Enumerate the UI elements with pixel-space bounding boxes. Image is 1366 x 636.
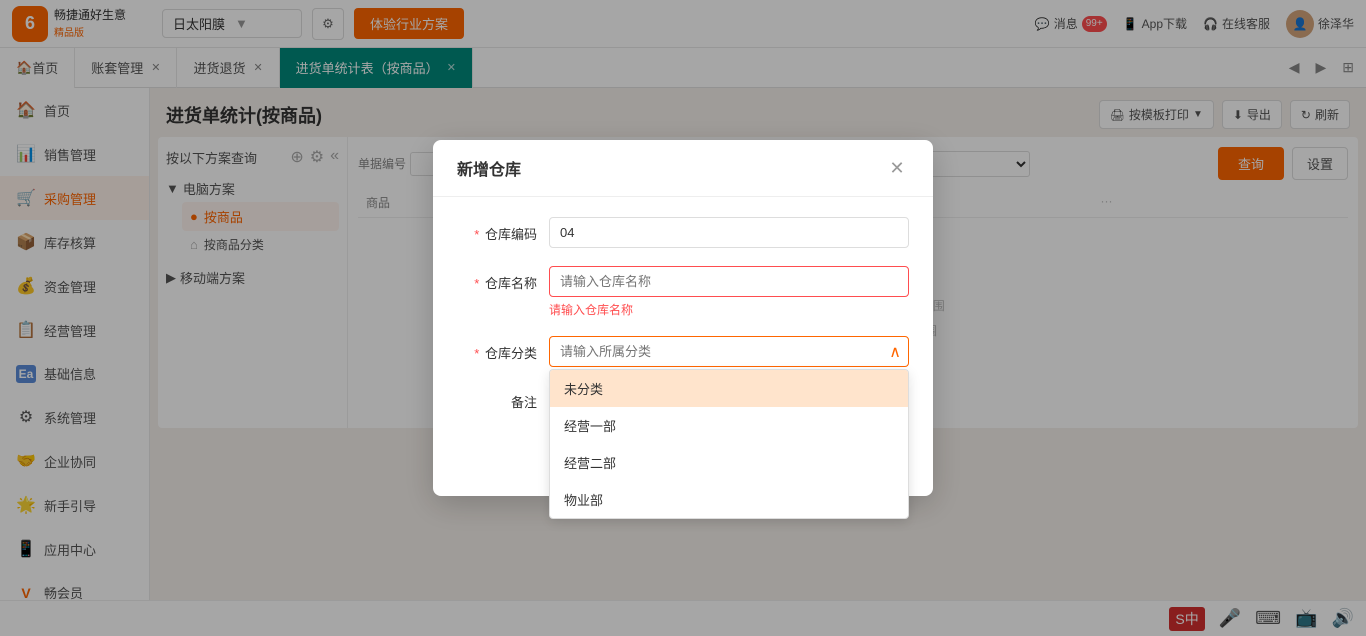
modal-overlay: 新增仓库 ✕ * 仓库编码 * 仓库名称 请输入仓库名称: [0, 0, 1366, 636]
modal-header: 新增仓库 ✕: [433, 140, 933, 197]
name-field-group: 请输入仓库名称: [549, 266, 909, 318]
remark-label: 备注: [457, 385, 537, 411]
dropdown-item-2[interactable]: 经营二部: [550, 444, 908, 481]
required-star-name: *: [474, 276, 479, 291]
category-input[interactable]: [549, 336, 909, 367]
form-row-code: * 仓库编码: [457, 217, 909, 248]
category-label: * 仓库分类: [457, 336, 537, 362]
name-error-msg: 请输入仓库名称: [549, 301, 909, 318]
dropdown-item-1[interactable]: 经营一部: [550, 407, 908, 444]
category-select-wrapper: ∧ 未分类 经营一部 经营二部 物业部: [549, 336, 909, 367]
code-input[interactable]: [549, 217, 909, 248]
code-label: * 仓库编码: [457, 217, 537, 243]
category-dropdown: 未分类 经营一部 经营二部 物业部: [549, 369, 909, 519]
modal-close-button[interactable]: ✕: [885, 156, 909, 180]
modal-body: * 仓库编码 * 仓库名称 请输入仓库名称 *: [433, 197, 933, 432]
form-row-name: * 仓库名称 请输入仓库名称: [457, 266, 909, 318]
modal-title: 新增仓库: [457, 156, 521, 180]
name-input[interactable]: [549, 266, 909, 297]
dropdown-item-3[interactable]: 物业部: [550, 481, 908, 518]
modal-add-warehouse: 新增仓库 ✕ * 仓库编码 * 仓库名称 请输入仓库名称: [433, 140, 933, 496]
required-star-cat: *: [474, 346, 479, 361]
required-star: *: [474, 227, 479, 242]
form-row-category: * 仓库分类 ∧ 未分类 经营一部 经营二部 物业部: [457, 336, 909, 367]
name-label: * 仓库名称: [457, 266, 537, 292]
dropdown-item-0[interactable]: 未分类: [550, 370, 908, 407]
